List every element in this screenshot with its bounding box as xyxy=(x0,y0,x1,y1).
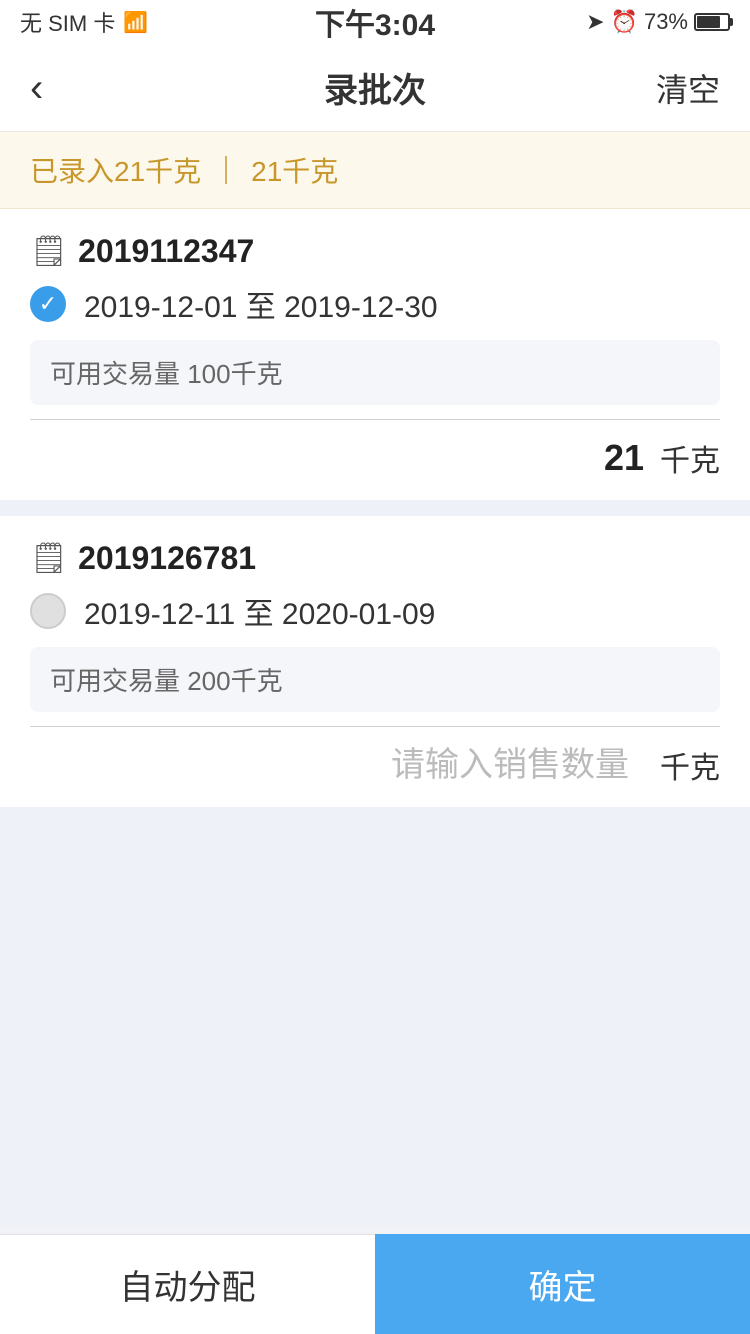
batch-header-2: 🗒 2019126781 xyxy=(0,516,750,589)
status-left: 无 SIM 卡 📶 xyxy=(20,6,148,38)
location-icon: ➤ xyxy=(586,9,604,35)
batch-id-2: 2019126781 xyxy=(78,540,256,577)
content-area: 已录入21千克 21千克 🗒 2019112347 ✓ 2019-12-01 至… xyxy=(0,132,750,1327)
batch-date-row-2[interactable]: 2019-12-11 至 2020-01-09 xyxy=(0,589,750,647)
batch-date-row-1[interactable]: ✓ 2019-12-01 至 2019-12-30 xyxy=(0,282,750,340)
auto-distribute-button[interactable]: 自动分配 xyxy=(0,1234,375,1334)
batch-id-icon-2: 🗒 xyxy=(30,541,68,576)
batch-card-1: 🗒 2019112347 ✓ 2019-12-01 至 2019-12-30 可… xyxy=(0,209,750,500)
batch-id-icon-1: 🗒 xyxy=(30,234,68,269)
section-divider xyxy=(0,500,750,516)
amount-value-1: 21 xyxy=(604,437,644,479)
confirm-button[interactable]: 确定 xyxy=(375,1234,750,1334)
battery-icon xyxy=(694,13,730,31)
gray-area xyxy=(0,807,750,1227)
available-qty-2: 可用交易量 200千克 xyxy=(30,647,720,712)
radio-checked-1[interactable]: ✓ xyxy=(30,286,66,322)
amount-unit-1: 千克 xyxy=(660,436,720,480)
amount-row-1: 21 千克 xyxy=(0,420,750,500)
carrier-text: 无 SIM 卡 xyxy=(20,6,115,38)
amount-unit-2: 千克 xyxy=(660,743,720,787)
wifi-icon: 📶 xyxy=(123,10,148,35)
total-summary: 21千克 xyxy=(251,150,338,190)
back-button[interactable]: ‹ xyxy=(30,68,43,108)
summary-divider xyxy=(225,156,227,184)
batch-card-2: 🗒 2019126781 2019-12-11 至 2020-01-09 可用交… xyxy=(0,516,750,807)
checkmark-icon: ✓ xyxy=(39,293,57,315)
quantity-input-2[interactable] xyxy=(344,746,644,785)
batch-date-1: 2019-12-01 至 2019-12-30 xyxy=(84,282,438,326)
amount-input-row-2[interactable]: 千克 xyxy=(0,727,750,807)
alarm-icon: ⏰ xyxy=(611,9,638,35)
footer: 自动分配 确定 xyxy=(0,1234,750,1334)
status-right: ➤ ⏰ 73% xyxy=(586,9,730,35)
page-title: 录批次 xyxy=(324,63,426,112)
radio-unchecked-2[interactable] xyxy=(30,593,66,629)
nav-bar: ‹ 录批次 清空 xyxy=(0,44,750,132)
battery-percent: 73% xyxy=(644,9,688,35)
batch-header-1: 🗒 2019112347 xyxy=(0,209,750,282)
batch-id-1: 2019112347 xyxy=(78,233,254,270)
summary-banner: 已录入21千克 21千克 xyxy=(0,132,750,209)
status-bar: 无 SIM 卡 📶 下午3:04 ➤ ⏰ 73% xyxy=(0,0,750,44)
recorded-summary: 已录入21千克 xyxy=(30,150,201,190)
available-qty-1: 可用交易量 100千克 xyxy=(30,340,720,405)
batch-date-2: 2019-12-11 至 2020-01-09 xyxy=(84,589,435,633)
clear-button[interactable]: 清空 xyxy=(656,65,720,111)
status-time: 下午3:04 xyxy=(315,0,435,44)
